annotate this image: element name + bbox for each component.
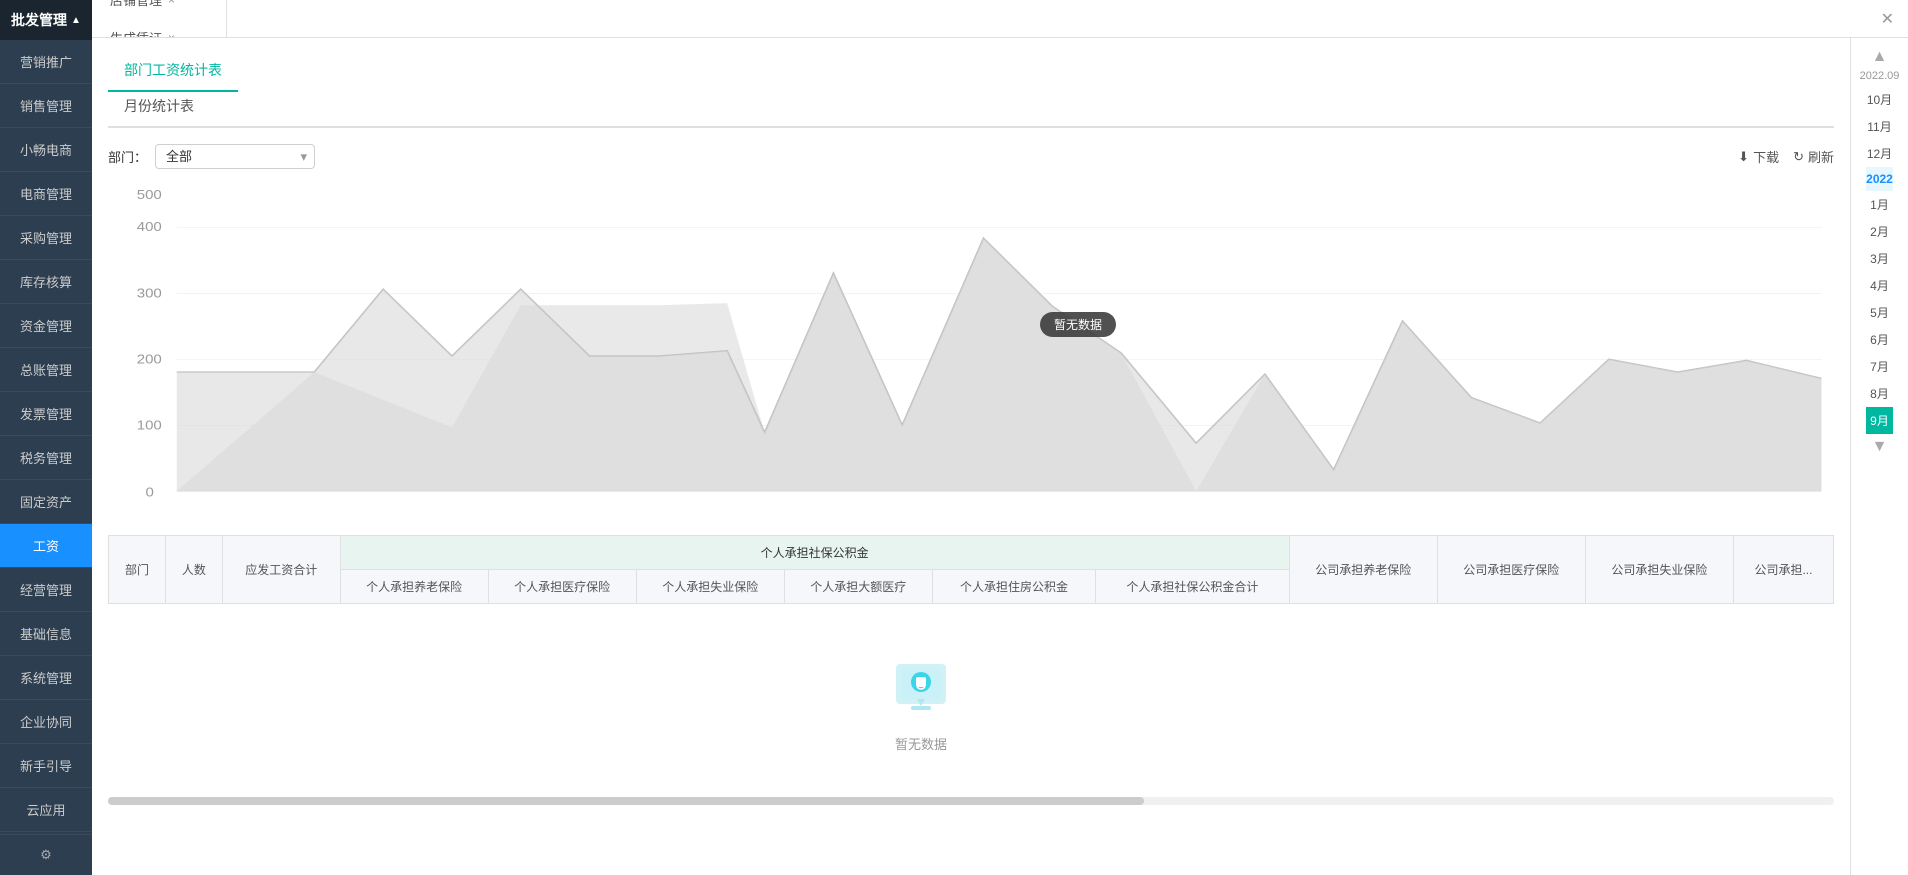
th-headcount: 人数 xyxy=(165,536,222,604)
horizontal-scrollbar[interactable] xyxy=(108,797,1834,805)
page-content: 部门工资统计表月份统计表 部门： 全部 ⬇ 下载 xyxy=(92,38,1850,875)
timeline-item-6月[interactable]: 6月 xyxy=(1866,326,1893,353)
download-label: 下载 xyxy=(1753,147,1779,166)
refresh-label: 刷新 xyxy=(1808,147,1834,166)
sidebar-item-总账管理[interactable]: 总账管理 xyxy=(0,348,92,392)
timeline-item-1月[interactable]: 1月 xyxy=(1866,191,1893,218)
timeline-item-4月[interactable]: 4月 xyxy=(1866,272,1893,299)
sidebar-item-采购管理[interactable]: 采购管理 xyxy=(0,216,92,260)
close-all-button[interactable]: ✕ xyxy=(1881,9,1894,29)
toolbar-right: ⬇ 下载 ↻ 刷新 xyxy=(1738,147,1834,166)
refresh-icon: ↻ xyxy=(1793,149,1804,165)
chart-svg: 0 100 200 300 400 500 xyxy=(108,183,1834,523)
timeline-item-5月[interactable]: 5月 xyxy=(1866,299,1893,326)
timeline-item-9月[interactable]: 9月 xyxy=(1866,407,1893,434)
svg-text:300: 300 xyxy=(137,286,162,301)
timeline-items-container: 10月11月12月20221月2月3月4月5月6月7月8月9月 xyxy=(1866,86,1893,434)
dept-select[interactable]: 全部 xyxy=(155,144,315,169)
content-area: 部门工资统计表月份统计表 部门： 全部 ⬇ 下载 xyxy=(92,38,1908,875)
timeline-item-11月[interactable]: 11月 xyxy=(1866,113,1893,140)
th-g6: 个人承担社保公积金合计 xyxy=(1096,570,1290,604)
sidebar-item-云应用[interactable]: 云应用 xyxy=(0,788,92,832)
empty-icon xyxy=(881,644,961,724)
timeline-panel: ▲ 2022.09 10月11月12月20221月2月3月4月5月6月7月8月9… xyxy=(1850,38,1908,875)
timeline-down-button[interactable]: ▼ xyxy=(1872,434,1888,460)
dept-label: 部门： xyxy=(108,147,147,166)
sidebar-item-基础信息[interactable]: 基础信息 xyxy=(0,612,92,656)
tab-生成凭证[interactable]: 生成凭证× xyxy=(98,19,227,39)
sidebar-settings[interactable]: ⚙ xyxy=(0,834,92,875)
th-company4: 公司承担... xyxy=(1733,536,1833,604)
sidebar-toggle-icon: ▲ xyxy=(71,15,81,26)
th-dept: 部门 xyxy=(109,536,166,604)
timeline-up-button[interactable]: ▲ xyxy=(1872,44,1888,70)
main-area: 首页门店商品目录×销售单×店铺管理×生成凭证×应收应付调整单×工资表×工资统计报… xyxy=(92,0,1908,875)
th-company3: 公司承担失业保险 xyxy=(1585,536,1733,604)
th-g1: 个人承担养老保险 xyxy=(340,570,488,604)
sidebar: 批发管理 ▲ 营销推广销售管理小畅电商电商管理采购管理库存核算资金管理总账管理发… xyxy=(0,0,92,875)
sidebar-item-电商管理[interactable]: 电商管理 xyxy=(0,172,92,216)
th-g3: 个人承担失业保险 xyxy=(636,570,784,604)
timeline-item-8月[interactable]: 8月 xyxy=(1866,380,1893,407)
svg-text:100: 100 xyxy=(137,418,162,433)
th-company2: 公司承担医疗保险 xyxy=(1437,536,1585,604)
sidebar-item-企业协同[interactable]: 企业协同 xyxy=(0,700,92,744)
svg-text:500: 500 xyxy=(137,187,162,202)
data-table: 部门 人数 应发工资合计 个人承担社保公积金 公司承担养老保险 公司承担医疗保险… xyxy=(108,535,1834,793)
inner-tabs: 部门工资统计表月份统计表 xyxy=(108,54,1834,128)
timeline-year-label: 2022.09 xyxy=(1860,70,1900,82)
dept-selector: 部门： 全部 xyxy=(108,144,315,169)
timeline-item-7月[interactable]: 7月 xyxy=(1866,353,1893,380)
timeline-year-text: 2022.09 xyxy=(1860,70,1900,82)
th-g5: 个人承担住房公积金 xyxy=(932,570,1095,604)
sidebar-items-container: 营销推广销售管理小畅电商电商管理采购管理库存核算资金管理总账管理发票管理税务管理… xyxy=(0,40,92,832)
timeline-item-2月[interactable]: 2月 xyxy=(1866,218,1893,245)
th-total: 应发工资合计 xyxy=(222,536,340,604)
sidebar-item-资金管理[interactable]: 资金管理 xyxy=(0,304,92,348)
timeline-item-2022[interactable]: 2022 xyxy=(1866,167,1893,191)
timeline-item-12月[interactable]: 12月 xyxy=(1866,140,1893,167)
th-g4: 个人承担大额医疗 xyxy=(784,570,932,604)
svg-text:0: 0 xyxy=(146,485,155,500)
chart-container: 0 100 200 300 400 500 xyxy=(108,183,1834,523)
tab-close-店铺管理[interactable]: × xyxy=(168,0,175,7)
timeline-item-10月[interactable]: 10月 xyxy=(1866,86,1893,113)
sidebar-item-新手引导[interactable]: 新手引导 xyxy=(0,744,92,788)
tab-close-生成凭证[interactable]: × xyxy=(168,31,175,39)
sidebar-item-经营管理[interactable]: 经营管理 xyxy=(0,568,92,612)
th-company1: 公司承担养老保险 xyxy=(1289,536,1437,604)
download-button[interactable]: ⬇ 下载 xyxy=(1738,147,1779,166)
empty-text: 暂无数据 xyxy=(895,734,947,753)
svg-text:400: 400 xyxy=(137,219,162,234)
refresh-button[interactable]: ↻ 刷新 xyxy=(1793,147,1834,166)
download-icon: ⬇ xyxy=(1738,149,1749,165)
sidebar-item-工资[interactable]: 工资 xyxy=(0,524,92,568)
tab-items-container: 首页门店商品目录×销售单×店铺管理×生成凭证×应收应付调整单×工资表×工资统计报… xyxy=(98,0,227,38)
inner-tab-items-container: 部门工资统计表月份统计表 xyxy=(108,54,238,126)
tab-店铺管理[interactable]: 店铺管理× xyxy=(98,0,227,19)
sidebar-item-发票管理[interactable]: 发票管理 xyxy=(0,392,92,436)
sidebar-item-营销推广[interactable]: 营销推广 xyxy=(0,40,92,84)
svg-text:200: 200 xyxy=(137,352,162,367)
sidebar-item-税务管理[interactable]: 税务管理 xyxy=(0,436,92,480)
inner-tab-月份统计表[interactable]: 月份统计表 xyxy=(108,90,238,128)
sidebar-title: 批发管理 xyxy=(11,10,67,30)
toolbar-row: 部门： 全部 ⬇ 下载 ↻ 刷新 xyxy=(108,144,1834,169)
sidebar-item-库存核算[interactable]: 库存核算 xyxy=(0,260,92,304)
sidebar-item-系统管理[interactable]: 系统管理 xyxy=(0,656,92,700)
dept-select-wrapper: 全部 xyxy=(155,144,315,169)
timeline-item-3月[interactable]: 3月 xyxy=(1866,245,1893,272)
scrollbar-thumb[interactable] xyxy=(108,797,1144,805)
empty-state: 暂无数据 xyxy=(109,604,1734,793)
sidebar-item-销售管理[interactable]: 销售管理 xyxy=(0,84,92,128)
tab-bar-end: ✕ xyxy=(1873,9,1902,29)
sidebar-header[interactable]: 批发管理 ▲ xyxy=(0,0,92,40)
inner-tab-部门工资统计表[interactable]: 部门工资统计表 xyxy=(108,54,238,92)
th-group: 个人承担社保公积金 xyxy=(340,536,1289,570)
sidebar-item-固定资产[interactable]: 固定资产 xyxy=(0,480,92,524)
th-g2: 个人承担医疗保险 xyxy=(488,570,636,604)
tab-bar: 首页门店商品目录×销售单×店铺管理×生成凭证×应收应付调整单×工资表×工资统计报… xyxy=(92,0,1908,38)
sidebar-item-小畅电商[interactable]: 小畅电商 xyxy=(0,128,92,172)
